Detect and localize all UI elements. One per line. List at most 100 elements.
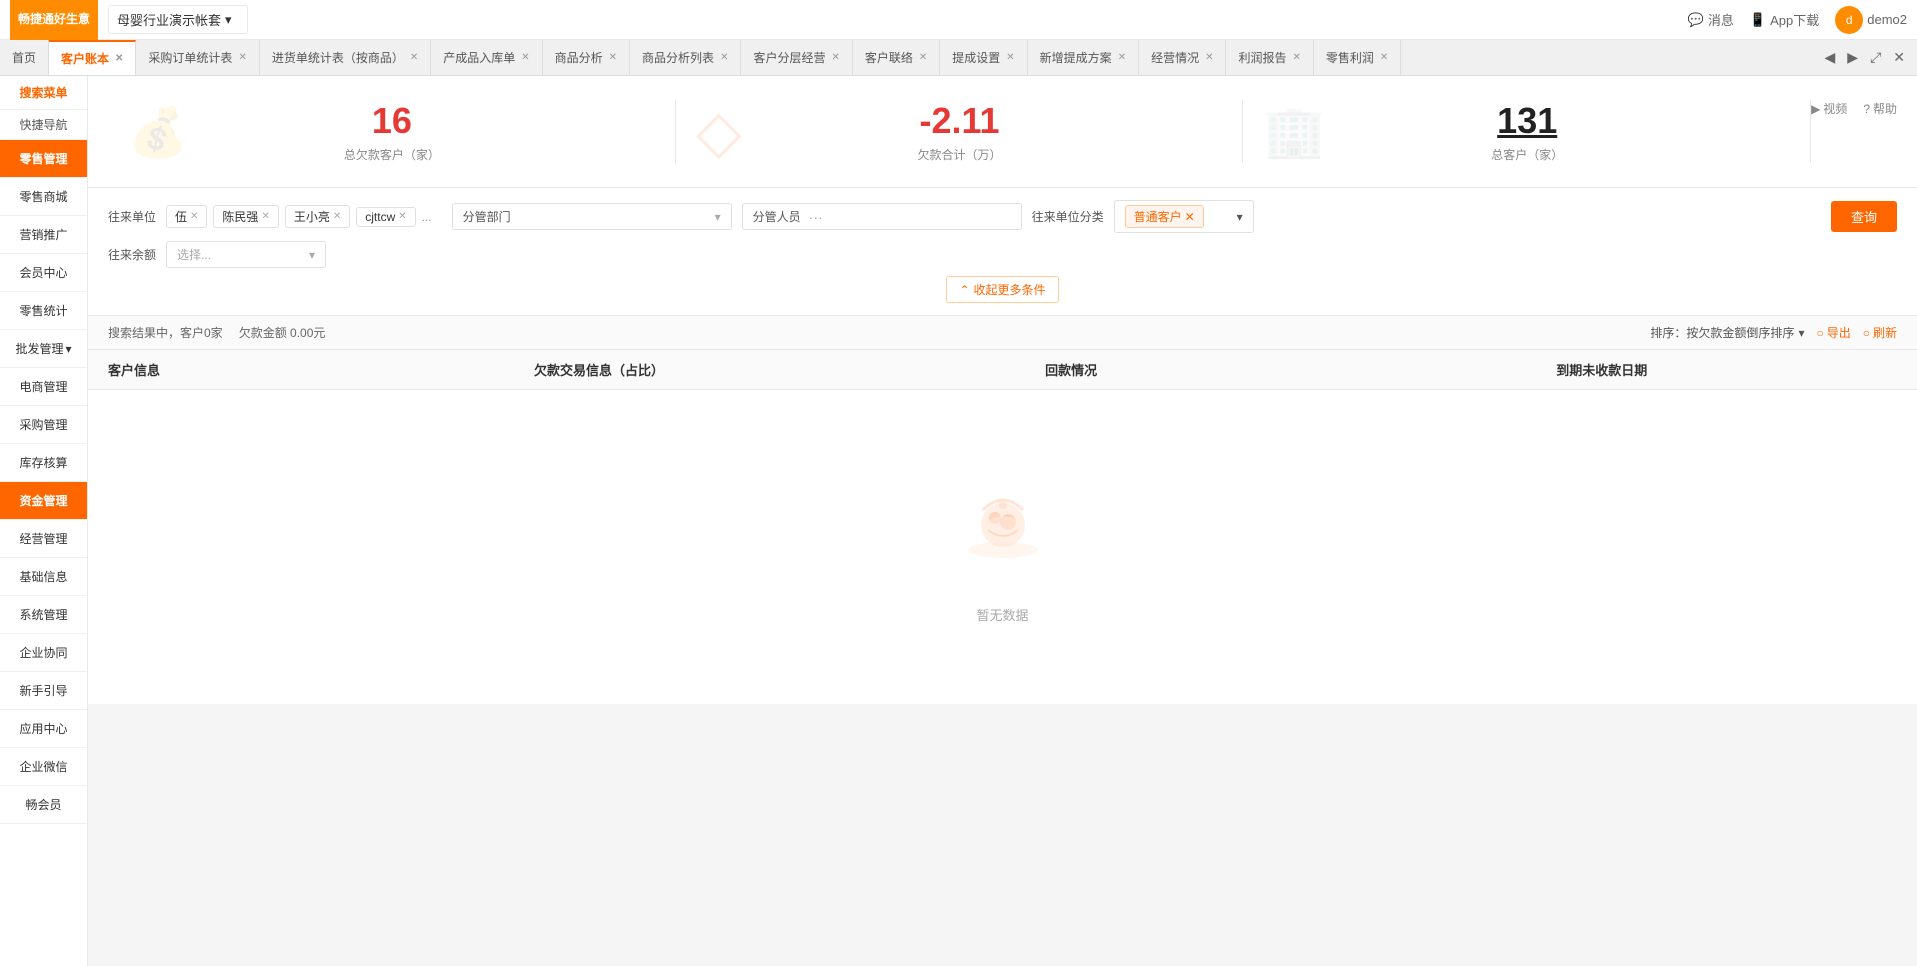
help-button[interactable]: ? 帮助 (1863, 100, 1897, 117)
collapse-label: 收起更多条件 (974, 281, 1046, 298)
tab-purchase-order-stats[interactable]: 采购订单统计表 ✕ (136, 40, 259, 76)
tab-retail-profit[interactable]: 零售利润 ✕ (1314, 40, 1401, 76)
close-icon[interactable]: ✕ (1293, 52, 1301, 63)
tab-commission-settings[interactable]: 提成设置 ✕ (940, 40, 1027, 76)
selected-category-label: 普通客户 (1134, 208, 1182, 225)
balance-filter-select[interactable]: 选择... ▾ (166, 241, 326, 268)
sidebar-item-retail-stats[interactable]: 零售统计 (0, 292, 87, 330)
tab-label: 商品分析列表 (642, 49, 714, 66)
close-icon[interactable]: ✕ (831, 52, 839, 63)
unit-filter-tags: 伍 ✕ 陈民强 ✕ 王小亮 ✕ cjttcw ✕ ... (166, 205, 432, 228)
sort-selector[interactable]: 排序：按欠款金额倒序排序 ▾ (1650, 324, 1804, 341)
tab-label: 产成品入库单 (443, 49, 515, 66)
close-icon[interactable]: ✕ (1006, 52, 1014, 63)
tab-add-commission[interactable]: 新增提成方案 ✕ (1028, 40, 1139, 76)
sidebar-item-purchase[interactable]: 采购管理 (0, 406, 87, 444)
top-bar: 畅捷通好生意 母婴行业演示帐套 ▾ 💬 消息 📱 App下载 d demo2 (0, 0, 1917, 40)
filter-more-button[interactable]: ... (422, 210, 432, 224)
sidebar-search[interactable]: 搜索菜单 (0, 76, 87, 110)
tab-profit-report[interactable]: 利润报告 ✕ (1226, 40, 1313, 76)
tab-customer-ledger[interactable]: 客户账本 ✕ (49, 40, 136, 76)
close-icon[interactable]: ✕ (521, 52, 529, 63)
collapse-button[interactable]: ⌃ 收起更多条件 (946, 276, 1058, 303)
col-header-debt: 欠款交易信息（占比） (534, 360, 1045, 379)
app-download-button[interactable]: 📱 App下载 (1750, 10, 1819, 29)
tab-scroll-right-icon[interactable]: ▶ (1843, 47, 1862, 68)
unit-tag-wu-label: 伍 (175, 208, 187, 225)
balance-filter-label: 往来余额 (108, 246, 156, 263)
dept-arrow-icon: ▾ (715, 210, 721, 224)
close-icon[interactable]: ✕ (410, 52, 418, 63)
tab-product-analysis[interactable]: 商品分析 ✕ (543, 40, 630, 76)
tab-menu-icon[interactable]: ✕ (1889, 47, 1909, 68)
tab-product-analysis-list[interactable]: 商品分析列表 ✕ (630, 40, 741, 76)
video-help-button[interactable]: ▶ 视频 (1811, 100, 1847, 117)
result-summary: 搜索结果中，客户0家 (108, 324, 223, 341)
dept-filter-select[interactable]: 分管部门 ▾ (452, 203, 732, 230)
unit-tag-cjttcw-close[interactable]: ✕ (398, 211, 406, 222)
person-filter-dots-icon[interactable]: ··· (809, 209, 823, 225)
stat-icon-customers: 🏢 (1263, 102, 1325, 161)
unit-tag-wang[interactable]: 王小亮 ✕ (285, 205, 350, 228)
balance-arrow-icon: ▾ (309, 248, 315, 262)
close-icon[interactable]: ✕ (720, 52, 728, 63)
refresh-button[interactable]: ○ 刷新 (1863, 324, 1897, 341)
tab-maximize-icon[interactable]: ⤢ (1866, 47, 1885, 68)
tab-purchase-stats-by-product[interactable]: 进货单统计表（按商品） ✕ (260, 40, 431, 76)
close-icon[interactable]: ✕ (919, 52, 927, 63)
query-button[interactable]: 查询 (1831, 201, 1897, 232)
tab-label: 零售利润 (1326, 49, 1374, 66)
selected-category-tag[interactable]: 普通客户 ✕ (1125, 205, 1204, 228)
sidebar-item-members[interactable]: 会员中心 (0, 254, 87, 292)
close-icon[interactable]: ✕ (609, 52, 617, 63)
sidebar-item-beginner-guide[interactable]: 新手引导 (0, 672, 87, 710)
sidebar-item-inventory[interactable]: 库存核算 (0, 444, 87, 482)
org-label: 母婴行业演示帐套 (117, 10, 221, 29)
category-filter-select[interactable]: 普通客户 ✕ ▾ (1114, 200, 1254, 233)
stat-total-debt-amount: ◇ -2.11 欠款合计（万） (676, 92, 1244, 171)
user-menu[interactable]: d demo2 (1835, 6, 1907, 34)
person-filter-select[interactable]: 分管人员 ··· (742, 203, 1022, 230)
selected-category-close-icon[interactable]: ✕ (1185, 210, 1195, 224)
message-button[interactable]: 💬 消息 (1688, 10, 1734, 29)
org-selector[interactable]: 母婴行业演示帐套 ▾ (108, 5, 248, 34)
sidebar-item-finance[interactable]: 资金管理 (0, 482, 87, 520)
balance-placeholder: 选择... (177, 246, 211, 263)
sidebar-quick-nav[interactable]: 快捷导航 (0, 110, 87, 140)
sidebar-item-retail-management[interactable]: 零售管理 (0, 140, 87, 178)
tab-scroll-left-icon[interactable]: ◀ (1821, 47, 1840, 68)
tab-customer-contact[interactable]: 客户联络 ✕ (853, 40, 940, 76)
export-button[interactable]: ○ 导出 (1816, 324, 1850, 341)
close-icon[interactable]: ✕ (1380, 52, 1388, 63)
sidebar-item-system[interactable]: 系统管理 (0, 596, 87, 634)
close-icon[interactable]: ✕ (238, 52, 246, 63)
tab-home[interactable]: 首页 (0, 40, 49, 76)
col-header-date: 到期未收款日期 (1556, 360, 1897, 379)
sidebar-item-marketing[interactable]: 营销推广 (0, 216, 87, 254)
unit-tag-wang-close[interactable]: ✕ (333, 211, 341, 222)
unit-tag-cjttcw[interactable]: cjttcw ✕ (356, 207, 415, 227)
sidebar-item-ecommerce[interactable]: 电商管理 (0, 368, 87, 406)
close-icon[interactable]: ✕ (1205, 52, 1213, 63)
sidebar-item-vip[interactable]: 畅会员 (0, 786, 87, 824)
help-icon: ? (1863, 102, 1870, 116)
tab-business-situation[interactable]: 经营情况 ✕ (1139, 40, 1226, 76)
message-label: 消息 (1708, 10, 1734, 29)
unit-tag-chen-close[interactable]: ✕ (261, 211, 269, 222)
unit-tag-wu-close[interactable]: ✕ (190, 211, 198, 222)
sidebar-item-retail-mall[interactable]: 零售商城 (0, 178, 87, 216)
tab-product-inbound[interactable]: 产成品入库单 ✕ (431, 40, 542, 76)
tab-customer-ledger-close[interactable]: ✕ (115, 53, 123, 64)
sidebar-item-enterprise-wechat[interactable]: 企业微信 (0, 748, 87, 786)
empty-state: 暂无数据 (88, 390, 1917, 704)
unit-tag-chen[interactable]: 陈民强 ✕ (213, 205, 278, 228)
sidebar-item-operations[interactable]: 经营管理 (0, 520, 87, 558)
sidebar-item-basic-info[interactable]: 基础信息 (0, 558, 87, 596)
sidebar-item-app-center[interactable]: 应用中心 (0, 710, 87, 748)
close-icon[interactable]: ✕ (1118, 52, 1126, 63)
sidebar-item-enterprise-collab[interactable]: 企业协同 (0, 634, 87, 672)
unit-tag-wu[interactable]: 伍 ✕ (166, 205, 207, 228)
help-label: 帮助 (1873, 100, 1897, 117)
sidebar-item-wholesale[interactable]: 批发管理 ▾ (0, 330, 87, 368)
tab-customer-layered[interactable]: 客户分层经营 ✕ (741, 40, 852, 76)
